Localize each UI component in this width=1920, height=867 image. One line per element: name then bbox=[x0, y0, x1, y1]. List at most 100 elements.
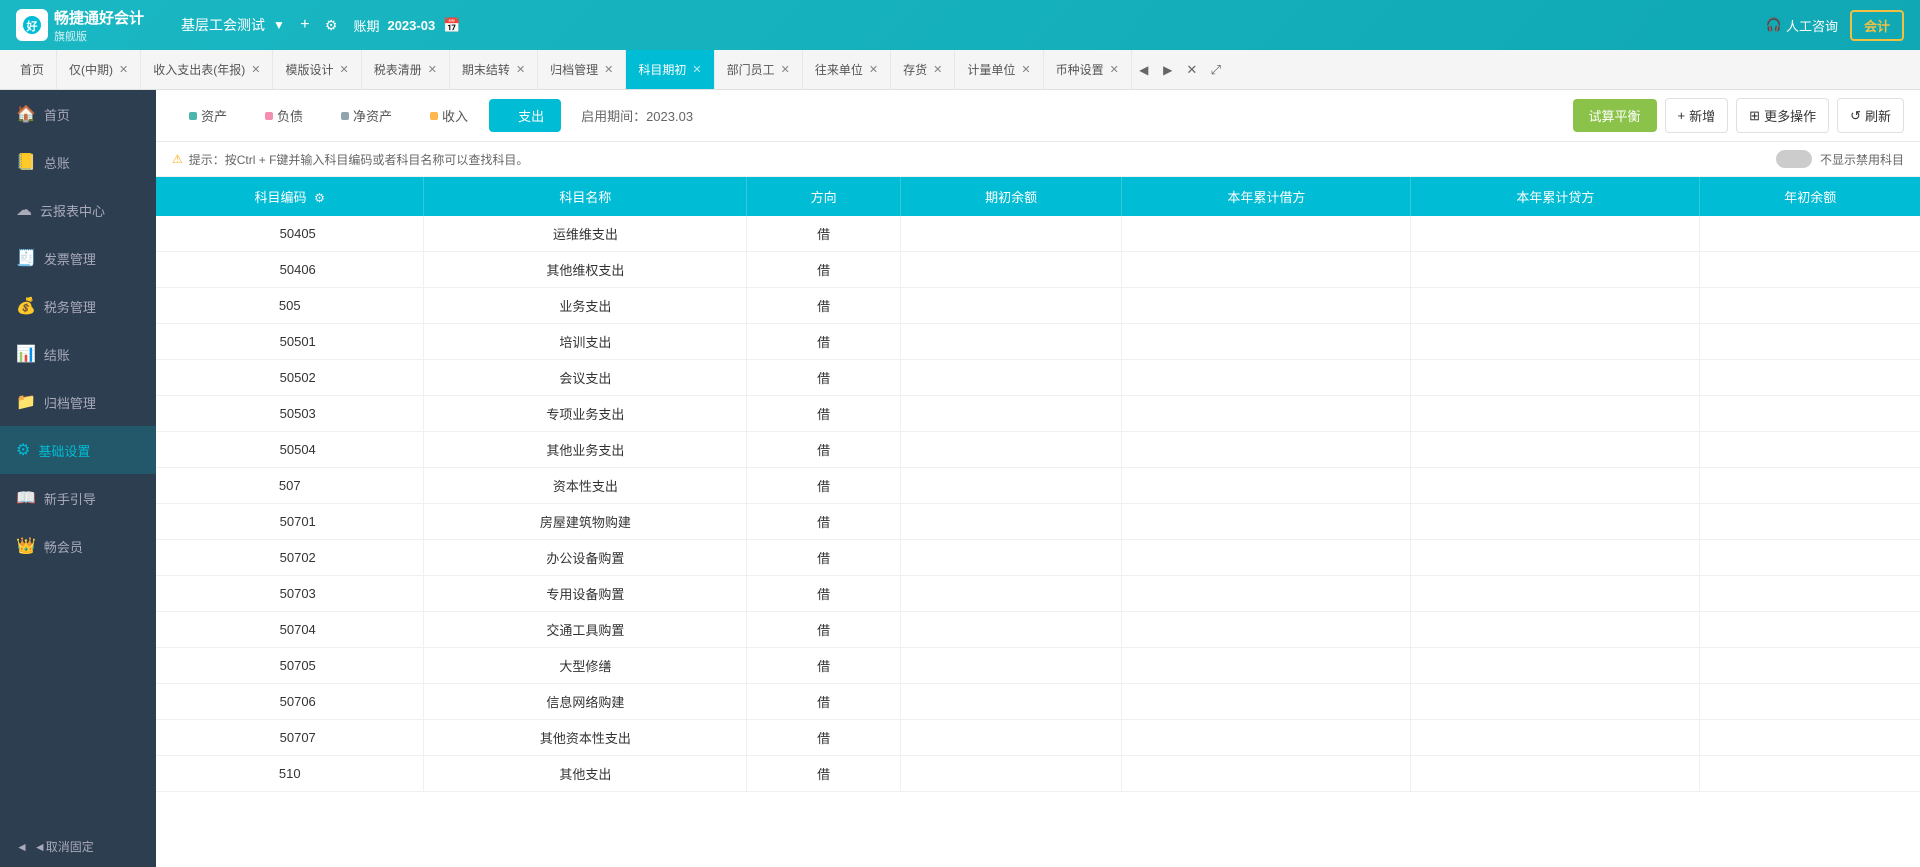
sub-tab-expenditure[interactable]: 支出 bbox=[489, 99, 561, 132]
table-row[interactable]: 505 业务支出 借 bbox=[156, 288, 1920, 324]
tab-department-close[interactable]: ✕ bbox=[781, 63, 790, 76]
tab-template[interactable]: 模版设计 ✕ bbox=[273, 50, 361, 90]
sub-tab-assets[interactable]: 资产 bbox=[172, 99, 244, 132]
sub-tab-liabilities[interactable]: 负债 bbox=[248, 99, 320, 132]
cell-opening-balance bbox=[900, 684, 1121, 720]
table-row[interactable]: 50503 专项业务支出 借 bbox=[156, 396, 1920, 432]
tab-department[interactable]: 部门员工 ✕ bbox=[715, 50, 803, 90]
sidebar-item-ledger[interactable]: 📒 总账 bbox=[0, 138, 156, 186]
column-settings-icon[interactable]: ⚙ bbox=[314, 191, 325, 205]
cell-ytd-credit bbox=[1411, 432, 1700, 468]
refresh-button[interactable]: ↺ 刷新 bbox=[1837, 98, 1904, 133]
table-row[interactable]: 50704 交通工具购置 借 bbox=[156, 612, 1920, 648]
tab-period-carry-close[interactable]: ✕ bbox=[516, 63, 525, 76]
cell-ytd-debit bbox=[1122, 648, 1411, 684]
cell-opening-balance bbox=[900, 252, 1121, 288]
tab-archive-close[interactable]: ✕ bbox=[604, 63, 613, 76]
table-row[interactable]: 50406 其他维权支出 借 bbox=[156, 252, 1920, 288]
tab-prev-button[interactable]: ◀ bbox=[1132, 58, 1156, 82]
tab-units-close[interactable]: ✕ bbox=[1021, 63, 1030, 76]
sub-tab-equity[interactable]: 净资产 bbox=[324, 99, 409, 132]
tab-units[interactable]: 计量单位 ✕ bbox=[955, 50, 1043, 90]
sidebar-item-guide[interactable]: 📖 新手引导 bbox=[0, 474, 156, 522]
headset-icon: 🎧 bbox=[1766, 17, 1782, 33]
table-row[interactable]: 50707 其他资本性支出 借 bbox=[156, 720, 1920, 756]
add-new-button[interactable]: + 新增 bbox=[1665, 98, 1729, 133]
table-row[interactable]: 507 资本性支出 借 bbox=[156, 468, 1920, 504]
cell-direction: 借 bbox=[747, 396, 901, 432]
calendar-icon[interactable]: 📅 bbox=[443, 17, 460, 34]
tab-archive[interactable]: 归档管理 ✕ bbox=[538, 50, 626, 90]
cell-name: 其他资本性支出 bbox=[424, 720, 747, 756]
sidebar-item-home[interactable]: 🏠 首页 bbox=[0, 90, 156, 138]
table-row[interactable]: 50405 运维维支出 借 bbox=[156, 216, 1920, 252]
table-row[interactable]: 50705 大型修缮 借 bbox=[156, 648, 1920, 684]
table-row[interactable]: 50701 房屋建筑物购建 借 bbox=[156, 504, 1920, 540]
add-tab-button[interactable]: + bbox=[293, 13, 317, 37]
tab-subject-init[interactable]: 科目期初 ✕ bbox=[626, 50, 714, 90]
account-button[interactable]: 会计 bbox=[1850, 10, 1904, 41]
logo-text: 畅捷通好会计 bbox=[54, 7, 144, 28]
cell-ytd-debit bbox=[1122, 360, 1411, 396]
tab-template-close[interactable]: ✕ bbox=[339, 63, 348, 76]
sub-tab-income[interactable]: 收入 bbox=[413, 99, 485, 132]
settings-icon[interactable]: ⚙ bbox=[325, 17, 338, 34]
sub-tab-assets-label: 资产 bbox=[201, 106, 227, 125]
more-actions-button[interactable]: ⊞ 更多操作 bbox=[1736, 98, 1829, 133]
table-row[interactable]: 510 其他支出 借 bbox=[156, 756, 1920, 792]
table-container[interactable]: 科目编码 ⚙ 科目名称 方向 期初余额 本年累计借方 本年累计贷方 年初余额 5… bbox=[156, 177, 1920, 867]
tab-homepage[interactable]: 首页 bbox=[8, 50, 57, 90]
tab-next-button[interactable]: ▶ bbox=[1156, 58, 1180, 82]
tab-inventory-close[interactable]: ✕ bbox=[933, 63, 942, 76]
tab-currency-close[interactable]: ✕ bbox=[1110, 63, 1119, 76]
sidebar-item-tax[interactable]: 💰 税务管理 bbox=[0, 282, 156, 330]
tab-contacts[interactable]: 往来单位 ✕ bbox=[803, 50, 891, 90]
income-indicator bbox=[430, 112, 438, 120]
tab-tax-table[interactable]: 税表清册 ✕ bbox=[362, 50, 450, 90]
sidebar-item-settings[interactable]: ⚙ 基础设置 bbox=[0, 426, 156, 474]
table-row[interactable]: 50504 其他业务支出 借 bbox=[156, 432, 1920, 468]
cell-opening-balance bbox=[900, 360, 1121, 396]
th-opening-balance: 期初余额 bbox=[900, 177, 1121, 216]
toggle-area: 不显示禁用科目 bbox=[1776, 150, 1904, 168]
tab-midterm-close[interactable]: ✕ bbox=[119, 63, 128, 76]
cell-opening-balance bbox=[900, 216, 1121, 252]
table-row[interactable]: 50501 培训支出 借 bbox=[156, 324, 1920, 360]
tab-subject-init-close[interactable]: ✕ bbox=[692, 63, 701, 76]
table-row[interactable]: 50702 办公设备购置 借 bbox=[156, 540, 1920, 576]
cell-direction: 借 bbox=[747, 576, 901, 612]
sidebar-item-vip[interactable]: 👑 畅会员 bbox=[0, 522, 156, 570]
liabilities-indicator bbox=[265, 112, 273, 120]
cell-code: 50501 bbox=[156, 324, 424, 360]
sidebar-collapse-button[interactable]: ◄ ◄取消固定 bbox=[0, 826, 156, 867]
tab-tax-table-close[interactable]: ✕ bbox=[428, 63, 437, 76]
home-icon: 🏠 bbox=[16, 104, 36, 124]
disabled-toggle[interactable] bbox=[1776, 150, 1812, 168]
tab-contacts-close[interactable]: ✕ bbox=[869, 63, 878, 76]
tab-currency[interactable]: 币种设置 ✕ bbox=[1044, 50, 1132, 90]
dropdown-icon[interactable]: ▼ bbox=[273, 18, 285, 32]
cell-opening-balance bbox=[900, 504, 1121, 540]
top-header: 好 畅捷通好会计 旗舰版 基层工会测试 ▼ + ⚙ 账期 2023-03 📅 🎧… bbox=[0, 0, 1920, 50]
main-content: 资产 负债 净资产 收入 支出 启用期间：2023.03 试算平衡 bbox=[156, 90, 1920, 867]
tab-annual-report-close[interactable]: ✕ bbox=[251, 63, 260, 76]
tab-expand-button[interactable]: ⤢ bbox=[1204, 58, 1228, 82]
ai-consulting-button[interactable]: 🎧 人工咨询 bbox=[1766, 16, 1838, 35]
balance-button[interactable]: 试算平衡 bbox=[1573, 99, 1657, 132]
sub-tab-liabilities-label: 负债 bbox=[277, 106, 303, 125]
sidebar-item-reports[interactable]: ☁ 云报表中心 bbox=[0, 186, 156, 234]
tab-annual-report-label: 收入支出表(年报) bbox=[153, 61, 245, 78]
cell-direction: 借 bbox=[747, 324, 901, 360]
tab-annual-report[interactable]: 收入支出表(年报) ✕ bbox=[141, 50, 273, 90]
table-row[interactable]: 50502 会议支出 借 bbox=[156, 360, 1920, 396]
sidebar-item-invoice[interactable]: 🧾 发票管理 bbox=[0, 234, 156, 282]
sidebar-item-closing[interactable]: 📊 结账 bbox=[0, 330, 156, 378]
table-row[interactable]: 50703 专用设备购置 借 bbox=[156, 576, 1920, 612]
cell-code: 50405 bbox=[156, 216, 424, 252]
tab-inventory[interactable]: 存货 ✕ bbox=[891, 50, 955, 90]
tab-period-carry[interactable]: 期末结转 ✕ bbox=[450, 50, 538, 90]
table-row[interactable]: 50706 信息网络购建 借 bbox=[156, 684, 1920, 720]
tab-midterm[interactable]: 仅(中期) ✕ bbox=[57, 50, 141, 90]
tab-close-all-button[interactable]: ✕ bbox=[1180, 58, 1204, 82]
sidebar-item-archive[interactable]: 📁 归档管理 bbox=[0, 378, 156, 426]
